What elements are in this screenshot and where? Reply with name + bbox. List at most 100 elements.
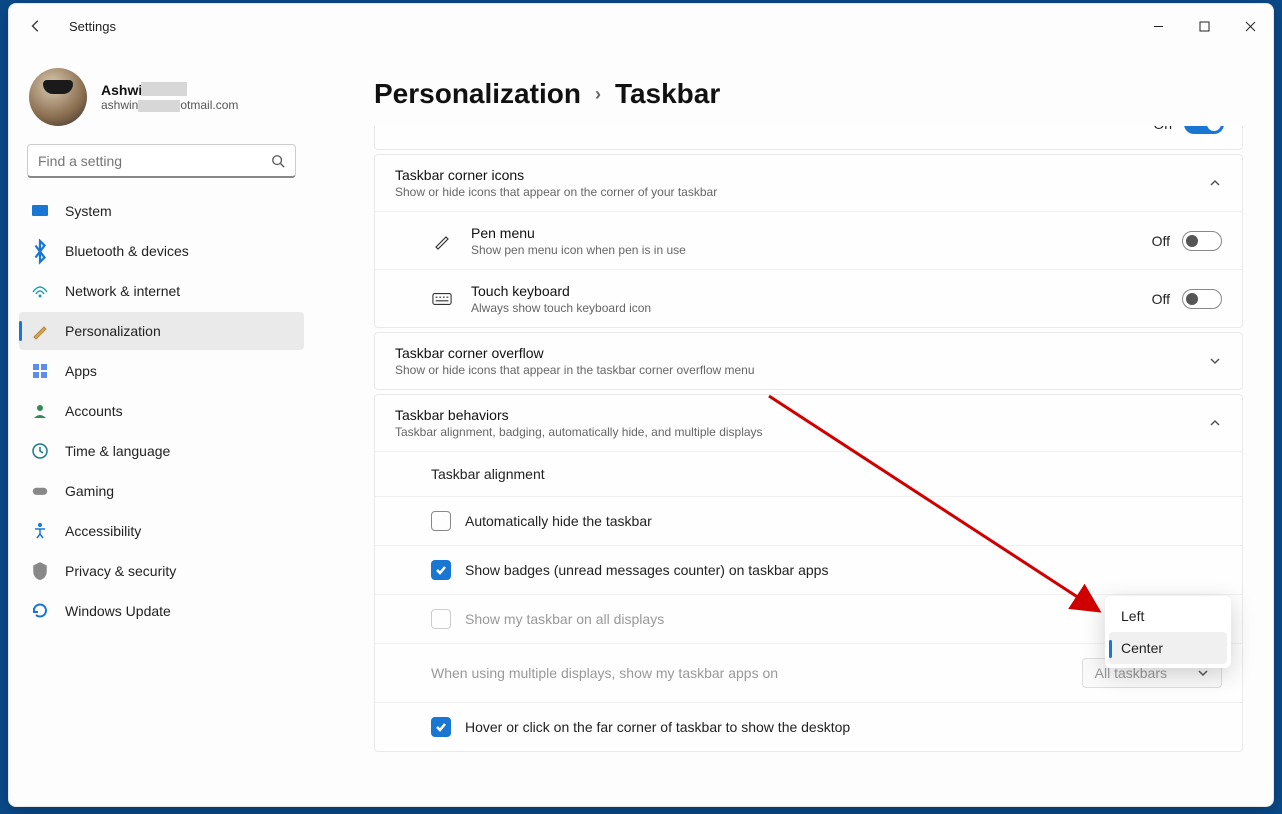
alignment-row: Taskbar alignment bbox=[375, 451, 1242, 496]
avatar bbox=[29, 68, 87, 126]
back-button[interactable] bbox=[27, 17, 45, 35]
badges-checkbox[interactable] bbox=[431, 560, 451, 580]
gaming-icon bbox=[31, 482, 49, 500]
touch-keyboard-row: Touch keyboard Always show touch keyboar… bbox=[375, 269, 1242, 327]
hover-corner-checkbox[interactable] bbox=[431, 717, 451, 737]
badges-row[interactable]: Show badges (unread messages counter) on… bbox=[375, 545, 1242, 594]
card-title: Taskbar corner icons bbox=[395, 167, 717, 183]
nav-list: System Bluetooth & devices Network & int… bbox=[15, 192, 308, 630]
chevron-up-icon bbox=[1208, 176, 1222, 190]
nav-label: Bluetooth & devices bbox=[65, 243, 189, 259]
row-title: Touch keyboard bbox=[471, 283, 1152, 299]
chevron-down-icon bbox=[1208, 354, 1222, 368]
sidebar-item-personalization[interactable]: Personalization bbox=[19, 312, 304, 350]
main-content: Personalization › Taskbar On Taskbar bbox=[314, 48, 1273, 806]
check-label: Show my taskbar on all displays bbox=[465, 611, 664, 627]
pen-menu-row: Pen menu Show pen menu icon when pen is … bbox=[375, 211, 1242, 269]
breadcrumb-parent[interactable]: Personalization bbox=[374, 78, 581, 110]
user-email: ashwinotmail.com bbox=[101, 98, 238, 112]
keyboard-icon bbox=[431, 288, 453, 310]
widgets-row-partial[interactable]: On bbox=[374, 126, 1243, 150]
chevron-right-icon: › bbox=[595, 84, 601, 105]
auto-hide-row[interactable]: Automatically hide the taskbar bbox=[375, 496, 1242, 545]
accounts-icon bbox=[31, 402, 49, 420]
nav-label: Accessibility bbox=[65, 523, 141, 539]
nav-label: Windows Update bbox=[65, 603, 171, 619]
toggle-label: On bbox=[1153, 126, 1172, 132]
row-sub: Show pen menu icon when pen is in use bbox=[471, 243, 1152, 257]
nav-label: Personalization bbox=[65, 323, 161, 339]
system-icon bbox=[31, 202, 49, 220]
behaviors-card: Taskbar behaviors Taskbar alignment, bad… bbox=[374, 394, 1243, 752]
toggle-label: Off bbox=[1152, 233, 1170, 249]
titlebar: Settings bbox=[9, 4, 1273, 48]
privacy-icon bbox=[31, 562, 49, 580]
sidebar-item-update[interactable]: Windows Update bbox=[19, 592, 304, 630]
check-label: Show badges (unread messages counter) on… bbox=[465, 562, 828, 578]
nav-label: Privacy & security bbox=[65, 563, 176, 579]
apps-icon bbox=[31, 362, 49, 380]
chevron-up-icon bbox=[1208, 416, 1222, 430]
widgets-toggle[interactable] bbox=[1184, 126, 1224, 134]
check-label: Automatically hide the taskbar bbox=[465, 513, 652, 529]
behaviors-header[interactable]: Taskbar behaviors Taskbar alignment, bad… bbox=[375, 395, 1242, 451]
maximize-button[interactable] bbox=[1181, 10, 1227, 42]
row-sub: Always show touch keyboard icon bbox=[471, 301, 1152, 315]
all-displays-checkbox bbox=[431, 609, 451, 629]
alignment-dropdown[interactable]: Left Center bbox=[1105, 596, 1231, 668]
check-label: Hover or click on the far corner of task… bbox=[465, 719, 850, 735]
hover-corner-row[interactable]: Hover or click on the far corner of task… bbox=[375, 702, 1242, 751]
sidebar-item-system[interactable]: System bbox=[19, 192, 304, 230]
alignment-option-left[interactable]: Left bbox=[1109, 600, 1227, 632]
search-input[interactable] bbox=[38, 153, 271, 169]
card-sub: Taskbar alignment, badging, automaticall… bbox=[395, 425, 763, 439]
time-icon bbox=[31, 442, 49, 460]
redacted-block bbox=[138, 100, 180, 112]
accessibility-icon bbox=[31, 522, 49, 540]
network-icon bbox=[31, 282, 49, 300]
sidebar-item-gaming[interactable]: Gaming bbox=[19, 472, 304, 510]
row-title: Pen menu bbox=[471, 225, 1152, 241]
sidebar-item-time[interactable]: Time & language bbox=[19, 432, 304, 470]
card-sub: Show or hide icons that appear on the co… bbox=[395, 185, 717, 199]
nav-label: Network & internet bbox=[65, 283, 180, 299]
overflow-header[interactable]: Taskbar corner overflow Show or hide ico… bbox=[375, 333, 1242, 389]
sidebar-item-network[interactable]: Network & internet bbox=[19, 272, 304, 310]
corner-icons-card: Taskbar corner icons Show or hide icons … bbox=[374, 154, 1243, 328]
alignment-option-center[interactable]: Center bbox=[1109, 632, 1227, 664]
user-profile[interactable]: Ashwi ashwinotmail.com bbox=[15, 54, 308, 144]
pen-icon bbox=[431, 230, 453, 252]
multi-display-label: When using multiple displays, show my ta… bbox=[431, 665, 778, 681]
nav-label: Apps bbox=[65, 363, 97, 379]
app-title: Settings bbox=[69, 19, 116, 34]
nav-label: Gaming bbox=[65, 483, 114, 499]
nav-label: Accounts bbox=[65, 403, 123, 419]
sidebar-item-accessibility[interactable]: Accessibility bbox=[19, 512, 304, 550]
card-sub: Show or hide icons that appear in the ta… bbox=[395, 363, 755, 377]
update-icon bbox=[31, 602, 49, 620]
breadcrumb: Personalization › Taskbar bbox=[314, 48, 1273, 126]
sidebar-item-bluetooth[interactable]: Bluetooth & devices bbox=[19, 232, 304, 270]
nav-label: Time & language bbox=[65, 443, 170, 459]
settings-window: Settings Ashwi ashwinotmail.com bbox=[8, 3, 1274, 807]
search-icon bbox=[271, 154, 285, 168]
minimize-button[interactable] bbox=[1135, 10, 1181, 42]
overflow-card: Taskbar corner overflow Show or hide ico… bbox=[374, 332, 1243, 390]
sidebar: Ashwi ashwinotmail.com System bbox=[9, 48, 314, 806]
close-button[interactable] bbox=[1227, 10, 1273, 42]
auto-hide-checkbox[interactable] bbox=[431, 511, 451, 531]
corner-icons-header[interactable]: Taskbar corner icons Show or hide icons … bbox=[375, 155, 1242, 211]
card-title: Taskbar behaviors bbox=[395, 407, 763, 423]
pen-toggle[interactable] bbox=[1182, 231, 1222, 251]
sidebar-item-privacy[interactable]: Privacy & security bbox=[19, 552, 304, 590]
search-box[interactable] bbox=[27, 144, 296, 178]
chevron-down-icon bbox=[1197, 667, 1209, 679]
nav-label: System bbox=[65, 203, 112, 219]
bluetooth-icon bbox=[31, 242, 49, 260]
touch-toggle[interactable] bbox=[1182, 289, 1222, 309]
sidebar-item-accounts[interactable]: Accounts bbox=[19, 392, 304, 430]
personalization-icon bbox=[31, 322, 49, 340]
toggle-label: Off bbox=[1152, 291, 1170, 307]
alignment-label: Taskbar alignment bbox=[431, 466, 545, 482]
sidebar-item-apps[interactable]: Apps bbox=[19, 352, 304, 390]
